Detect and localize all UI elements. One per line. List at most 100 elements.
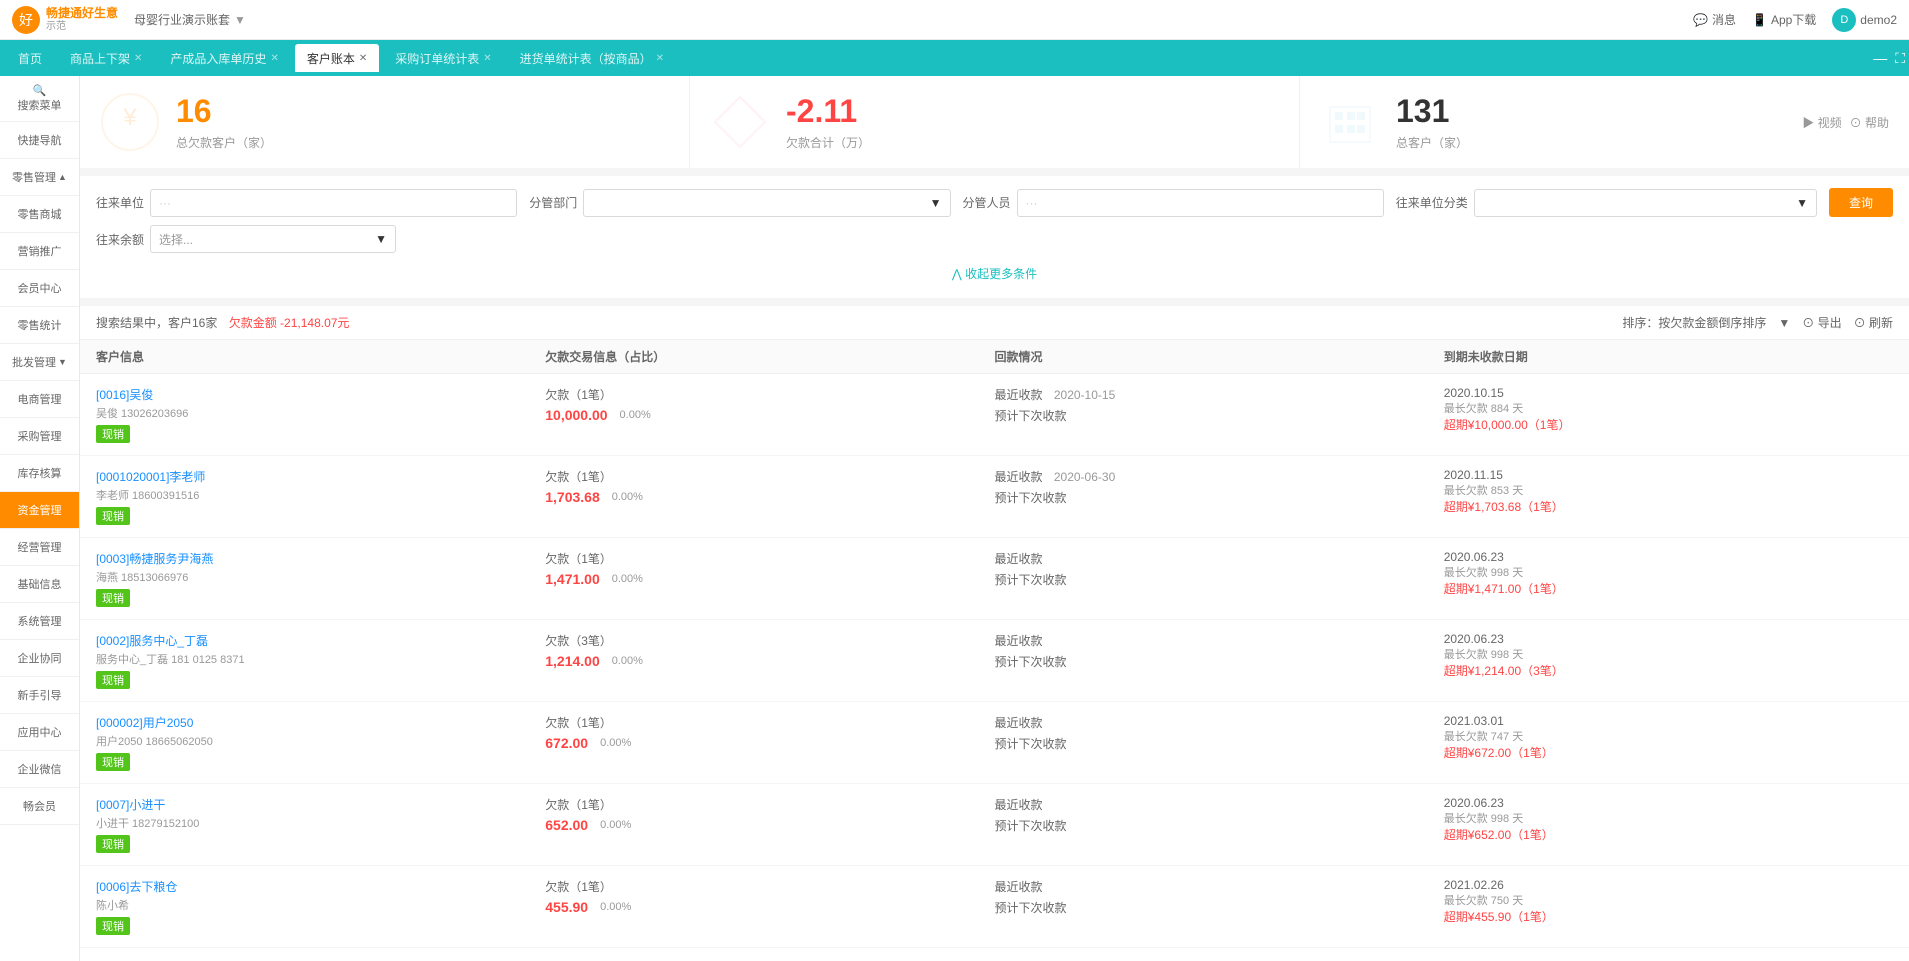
app-title: 畅捷通好生意 [46,6,118,20]
help-button[interactable]: ⊙ 帮助 [1850,114,1889,131]
sidebar-item-retail-mall[interactable]: 零售商城 [0,196,79,233]
due-date-cell: 2020.06.23 最长欠款 998 天 超期¥1,471.00（1笔） [1444,550,1893,597]
collapse-bar[interactable]: ⋀ 收起更多条件 [96,261,1893,286]
app-download-button[interactable]: 📱 App下载 [1752,11,1816,28]
filter-row-1: 往来单位 ··· 分管部门 ▼ 分管人员 ··· [96,188,1893,217]
debt-amount[interactable]: 10,000.00 [545,407,607,423]
chevron-down-icon[interactable]: ▼ [1778,316,1790,330]
tab-purchase-order[interactable]: 采购订单统计表 ✕ [383,44,503,72]
sidebar-item-enterprise-wechat[interactable]: 企业微信 [0,751,79,788]
tab-minimize-icon[interactable]: — [1873,50,1887,67]
sidebar-item-label: 零售管理 [12,169,56,185]
message-button[interactable]: 💬 消息 [1693,11,1736,28]
customer-name[interactable]: [0007]小进干 [96,796,545,813]
stat-label-debt-customers: 总欠款客户（家） [176,134,272,151]
last-payment-date: 2020-10-15 [1054,388,1115,402]
balance-placeholder: 选择... [159,231,193,248]
stats-row: ¥ 16 总欠款客户（家） -2.11 欠款合计（万） [80,76,1909,168]
table-row: [0006]去下粮仓 陈小希 现销 欠款（1笔） 455.90 0.00% 最近… [80,866,1909,948]
sidebar-item-member[interactable]: 会员中心 [0,270,79,307]
video-button[interactable]: ▶ 视频 [1802,114,1841,131]
stat-card-total-customers: 131 总客户（家） ▶ 视频 ⊙ 帮助 [1300,76,1909,168]
overdue-amount[interactable]: 超期¥1,471.00（1笔） [1444,580,1893,597]
sort-label[interactable]: 排序：按欠款金额倒序排序 [1622,314,1766,331]
sidebar-item-retail-mgmt[interactable]: 零售管理 ▲ [0,159,79,196]
customer-name[interactable]: [0001020001]李老师 [96,468,545,485]
stat-number-debt-total: -2.11 [786,93,870,130]
balance-select[interactable]: 选择... ▼ [150,225,396,253]
tab-close-icon[interactable]: ✕ [656,53,664,64]
user-avatar[interactable]: D demo2 [1832,8,1897,32]
refresh-button[interactable]: ⊙ 刷新 [1854,314,1893,331]
filter-balance-label: 往来余额 [96,231,144,248]
overdue-amount[interactable]: 超期¥672.00（1笔） [1444,744,1893,761]
tab-close-icon[interactable]: ✕ [134,53,142,64]
debt-amount[interactable]: 455.90 [545,899,588,915]
customer-name[interactable]: [0016]吴俊 [96,386,545,403]
tab-customer-account[interactable]: 客户账本 ✕ [295,44,379,72]
debt-amount[interactable]: 1,703.68 [545,489,600,505]
customer-name[interactable]: [0003]畅捷服务尹海燕 [96,550,545,567]
overdue-amount[interactable]: 超期¥455.90（1笔） [1444,908,1893,925]
next-payment: 预计下次收款 [995,817,1444,834]
tab-import-stats[interactable]: 进货单统计表（按商品） ✕ [508,44,676,72]
tab-close-icon[interactable]: ✕ [483,53,491,64]
due-date-cell: 2020.06.23 最长欠款 998 天 超期¥1,214.00（3笔） [1444,632,1893,679]
sidebar-item-purchase-mgmt[interactable]: 采购管理 [0,418,79,455]
overdue-amount[interactable]: 超期¥10,000.00（1笔） [1444,416,1893,433]
sidebar-item-operations[interactable]: 经营管理 [0,529,79,566]
tab-home[interactable]: 首页 [6,44,54,72]
sidebar-item-finance[interactable]: 资金管理 [0,492,79,529]
debt-count: 欠款（1笔） [545,550,994,567]
debt-amount[interactable]: 652.00 [545,817,588,833]
sidebar-item-system[interactable]: 系统管理 [0,603,79,640]
due-date: 2020.11.15 [1444,468,1893,482]
overdue-days: 最长欠款 884 天 [1444,400,1893,416]
tab-close-icon[interactable]: ✕ [359,53,367,64]
debt-amount[interactable]: 1,471.00 [545,571,600,587]
overdue-amount[interactable]: 超期¥652.00（1笔） [1444,826,1893,843]
logo-area: 好 畅捷通好生意 示范 [12,6,118,34]
debt-amount[interactable]: 672.00 [545,735,588,751]
sidebar-item-quick-nav[interactable]: 快捷导航 [0,122,79,159]
customer-name[interactable]: [0006]去下粮仓 [96,878,545,895]
sidebar-item-member-vip[interactable]: 畅会员 [0,788,79,825]
sidebar-item-marketing[interactable]: 营销推广 [0,233,79,270]
sidebar-item-enterprise-collab[interactable]: 企业协同 [0,640,79,677]
query-button[interactable]: 查询 [1829,188,1893,217]
debt-percent: 0.00% [612,655,643,667]
unit-type-select[interactable]: ▼ [1474,189,1817,217]
overdue-amount[interactable]: 超期¥1,703.68（1笔） [1444,498,1893,515]
sidebar-item-ecommerce[interactable]: 电商管理 [0,381,79,418]
from-unit-input[interactable]: ··· [150,189,517,217]
customer-name[interactable]: [0002]服务中心_丁磊 [96,632,545,649]
tab-product-status[interactable]: 商品上下架 ✕ [58,44,154,72]
sidebar-item-new-guide[interactable]: 新手引导 [0,677,79,714]
sidebar-item-retail-stats[interactable]: 零售统计 [0,307,79,344]
customer-name[interactable]: [000002]用户2050 [96,714,545,731]
overdue-days: 最长欠款 747 天 [1444,728,1893,744]
tab-close-icon[interactable]: ✕ [270,53,278,64]
customer-phone: 小进干 18279152100 [96,815,545,831]
dept-select[interactable]: ▼ [583,189,950,217]
sidebar-item-inventory[interactable]: 库存核算 [0,455,79,492]
sidebar-item-label: 批发管理 [12,354,56,370]
person-input[interactable]: ··· [1017,189,1384,217]
sidebar-search[interactable]: 🔍 搜索菜单 [0,76,79,122]
sidebar-item-batch-mgmt[interactable]: 批发管理 ▼ [0,344,79,381]
tab-maximize-icon[interactable]: ⛶ [1895,50,1905,67]
sidebar-item-app-center[interactable]: 应用中心 [0,714,79,751]
sidebar-item-basic-info[interactable]: 基础信息 [0,566,79,603]
logo-icon: 好 [12,6,40,34]
debt-amount[interactable]: 1,214.00 [545,653,600,669]
export-button[interactable]: ⊙ 导出 [1802,314,1841,331]
filter-person: 分管人员 ··· [963,189,1384,217]
tab-product-history[interactable]: 产成品入库单历史 ✕ [158,44,290,72]
debt-percent: 0.00% [600,737,631,749]
overdue-amount[interactable]: 超期¥1,214.00（3笔） [1444,662,1893,679]
search-icon: 🔍 [33,85,47,97]
sidebar-item-label: 零售统计 [18,320,62,332]
avatar: D [1832,8,1856,32]
store-selector[interactable]: 母婴行业演示账套 ▼ [134,11,246,28]
debt-cell: 欠款（1笔） 672.00 0.00% [545,714,994,751]
